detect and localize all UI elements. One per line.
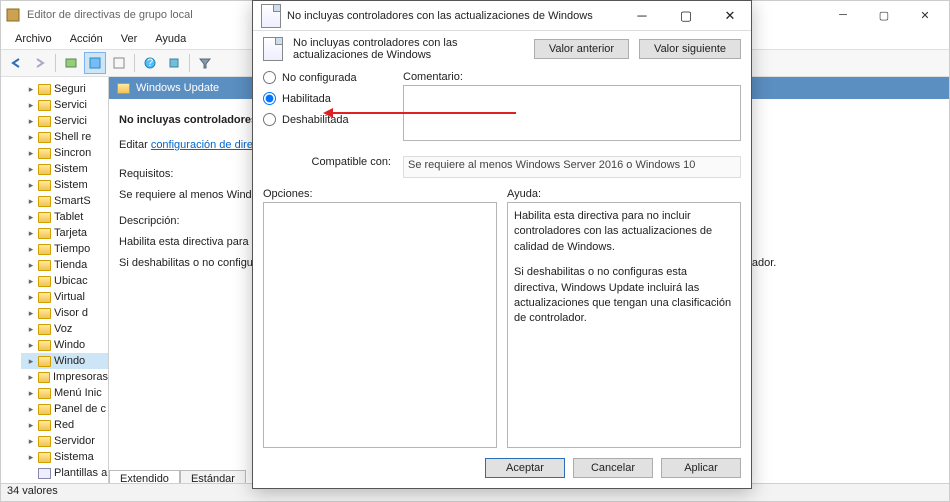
tree-item[interactable]: ▸Seguri [21, 81, 108, 97]
tree-item[interactable]: ▸Virtual [21, 289, 108, 305]
tree-item[interactable]: ▸Sistema [21, 449, 108, 465]
tree-item[interactable]: ▸Sistem [21, 161, 108, 177]
tree-item[interactable]: ▸Visor d [21, 305, 108, 321]
menu-action[interactable]: Acción [62, 31, 111, 47]
radio-enabled[interactable]: Habilitada [263, 92, 393, 105]
options-label: Opciones: [263, 188, 497, 200]
dialog-titlebar: No incluyas controladores con las actual… [253, 1, 751, 31]
tree-item[interactable]: ▸Ubicac [21, 273, 108, 289]
tree-item[interactable]: ▸Menú Inic [21, 385, 108, 401]
tree-item[interactable]: ▸Red [21, 417, 108, 433]
tree-item[interactable]: ▸Tienda [21, 257, 108, 273]
page-icon [263, 37, 283, 61]
tree-item[interactable]: ▸Panel de c [21, 401, 108, 417]
back-button[interactable] [5, 52, 27, 74]
tb-icon-5[interactable] [163, 52, 185, 74]
tree-item[interactable]: ▸Windo [21, 337, 108, 353]
tree-item[interactable]: ▸Tarjeta [21, 225, 108, 241]
tree-item[interactable]: ▸Servici [21, 97, 108, 113]
apply-button[interactable]: Aplicar [661, 458, 741, 478]
help-label: Ayuda: [507, 188, 741, 200]
tree-pane[interactable]: ▸Seguri▸Servici▸Servici▸Shell re▸Sincron… [1, 77, 109, 487]
tb-icon-1[interactable] [60, 52, 82, 74]
app-icon [5, 7, 21, 23]
dialog-title: No incluyas controladores con las actual… [287, 10, 617, 22]
compat-label: Compatible con: [263, 156, 393, 168]
tree-item[interactable]: ▸Tiempo [21, 241, 108, 257]
menu-help[interactable]: Ayuda [147, 31, 194, 47]
forward-button[interactable] [29, 52, 51, 74]
policy-dialog: No incluyas controladores con las actual… [252, 0, 752, 489]
svg-text:?: ? [147, 57, 153, 69]
page-icon [261, 4, 281, 28]
filter-icon[interactable] [194, 52, 216, 74]
options-box [263, 202, 497, 448]
next-setting-button[interactable]: Valor siguiente [639, 39, 741, 59]
compat-value: Se requiere al menos Windows Server 2016… [403, 156, 741, 178]
comment-label: Comentario: [403, 71, 741, 83]
close-button[interactable]: ✕ [905, 5, 945, 25]
tree-item[interactable]: ▸Tablet [21, 209, 108, 225]
tree-item[interactable]: ▸Voz [21, 321, 108, 337]
tree-item[interactable]: ▸Sincron [21, 145, 108, 161]
dialog-minimize-button[interactable]: ─ [623, 2, 661, 30]
help-icon[interactable]: ? [139, 52, 161, 74]
tree-item[interactable]: ▸Windo [21, 353, 108, 369]
prev-setting-button[interactable]: Valor anterior [534, 39, 629, 59]
tree-item[interactable]: Plantillas a [21, 465, 108, 481]
tree-item[interactable]: ▸Servidor [21, 433, 108, 449]
radio-not-configured[interactable]: No configurada [263, 71, 393, 84]
annotation-arrow [326, 112, 516, 114]
ok-button[interactable]: Aceptar [485, 458, 565, 478]
cancel-button[interactable]: Cancelar [573, 458, 653, 478]
tree-item[interactable]: ▸Servici [21, 113, 108, 129]
tb-icon-3[interactable] [108, 52, 130, 74]
menu-view[interactable]: Ver [113, 31, 146, 47]
menu-file[interactable]: Archivo [7, 31, 60, 47]
tree-item[interactable]: ▸Sistem [21, 177, 108, 193]
dialog-close-button[interactable]: ✕ [711, 2, 749, 30]
tb-icon-2[interactable] [84, 52, 106, 74]
help-box: Habilita esta directiva para no incluir … [507, 202, 741, 448]
content-header-title: Windows Update [136, 82, 219, 94]
dialog-maximize-button[interactable]: ▢ [667, 2, 705, 30]
tree-item[interactable]: ▸Impresoras [21, 369, 108, 385]
dialog-subtitle: No incluyas controladores con las actual… [293, 37, 524, 61]
tree-item[interactable]: ▸Shell re [21, 129, 108, 145]
maximize-button[interactable]: ▢ [864, 5, 904, 25]
minimize-button[interactable]: ─ [823, 5, 863, 25]
tree-item[interactable]: ▸SmartS [21, 193, 108, 209]
